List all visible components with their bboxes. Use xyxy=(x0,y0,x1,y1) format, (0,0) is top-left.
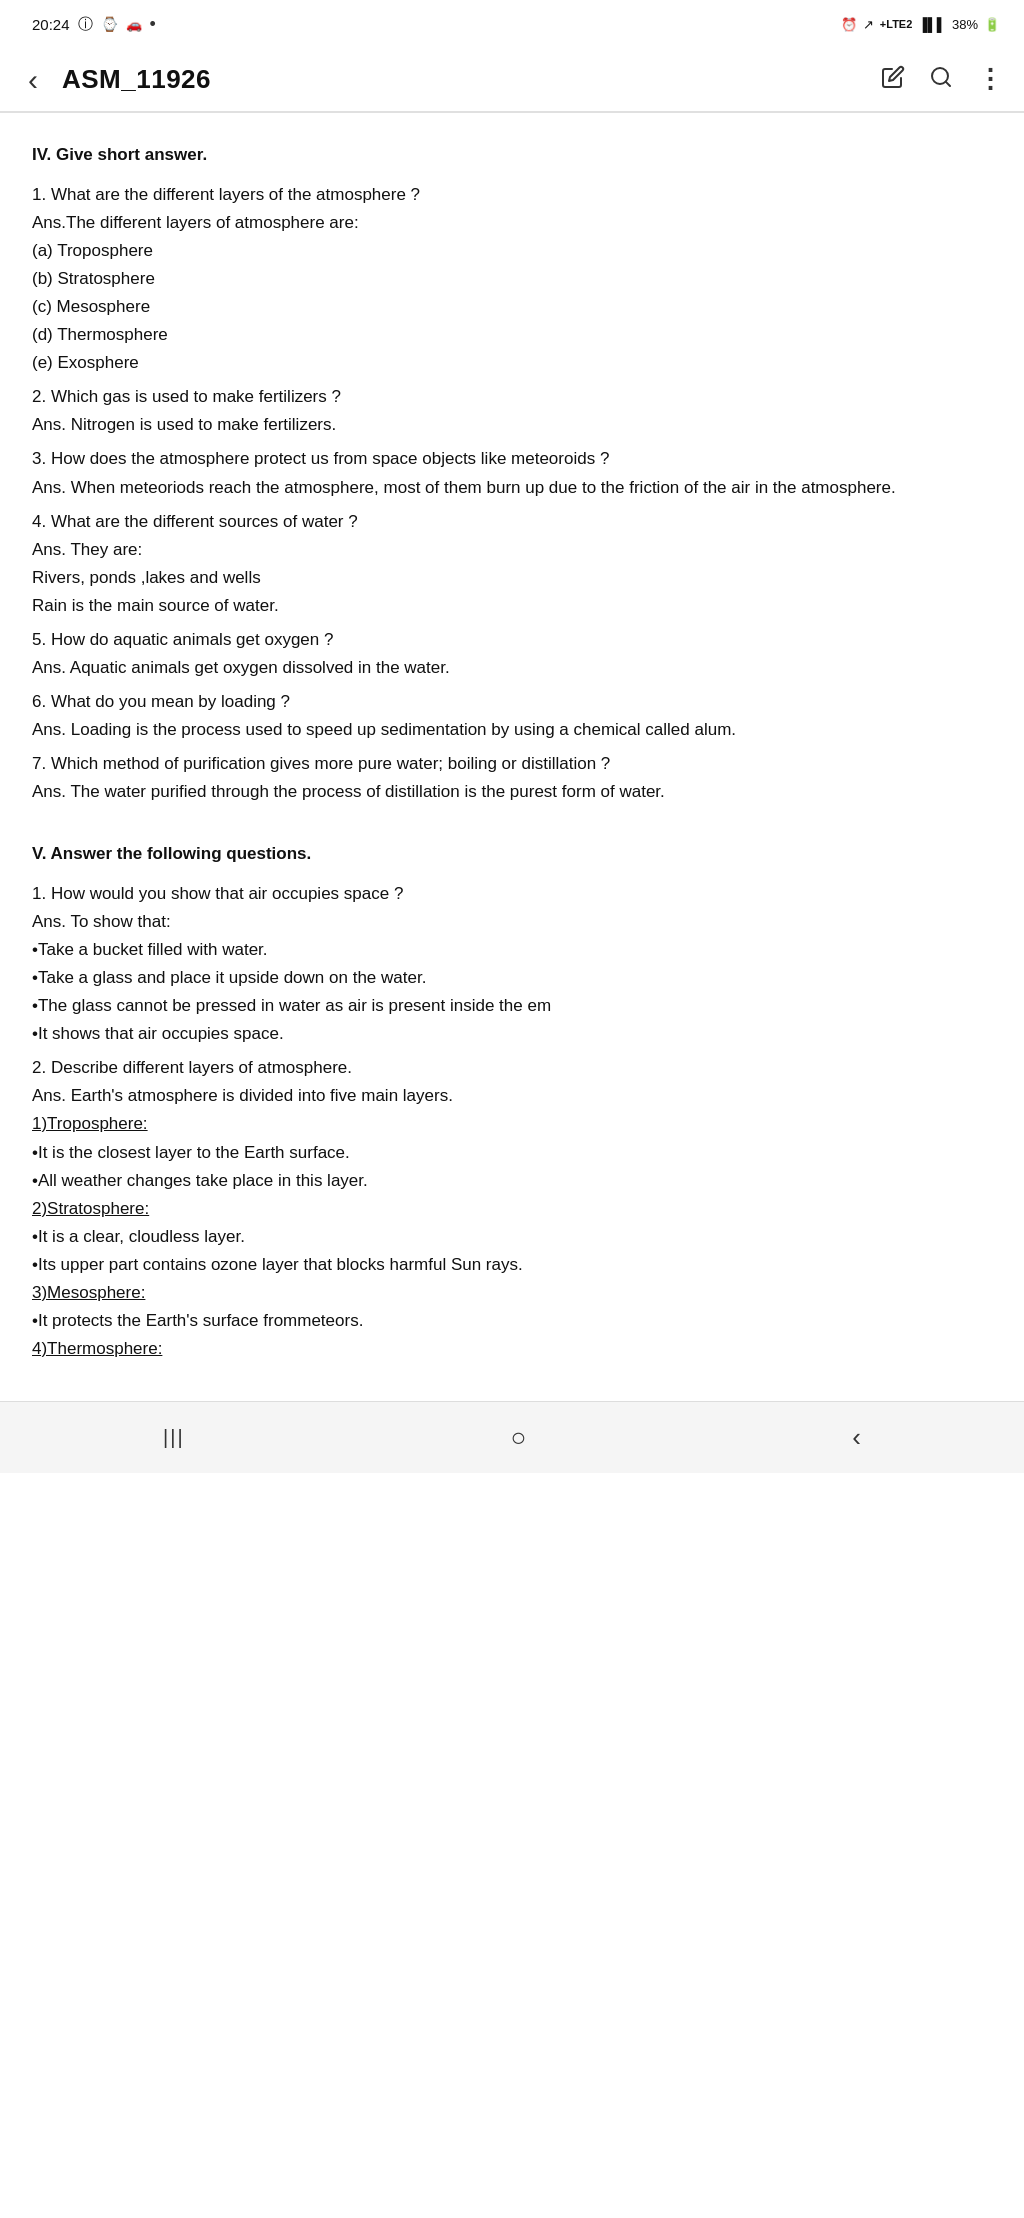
qa-6: 6. What do you mean by loading ? Ans. Lo… xyxy=(32,688,992,744)
v-answer-layer1-b1: •It is the closest layer to the Earth su… xyxy=(32,1139,992,1167)
v-answer-1-intro: Ans. To show that: xyxy=(32,908,992,936)
qa-7: 7. Which method of purification gives mo… xyxy=(32,750,992,806)
status-bar-right: ⏰ ↗ +LTE2 ▐▌▌ 38% 🔋 xyxy=(841,17,1000,32)
v-answer-layer2-b2: •Its upper part contains ozone layer tha… xyxy=(32,1251,992,1279)
nav-bar: ‹ ASM_11926 ⋮ xyxy=(0,48,1024,112)
answer-1-intro: Ans.The different layers of atmosphere a… xyxy=(32,209,992,237)
dot-icon: • xyxy=(150,14,156,35)
v-answer-1-b4: •It shows that air occupies space. xyxy=(32,1020,992,1048)
v-answer-layer3-head: 3)Mesosphere: xyxy=(32,1279,992,1307)
v-answer-layer3-b1: •It protects the Earth's surface frommet… xyxy=(32,1307,992,1335)
v-answer-layer2-b1: •It is a clear, cloudless layer. xyxy=(32,1223,992,1251)
content-area: IV. Give short answer. 1. What are the d… xyxy=(0,113,1024,1401)
v-answer-layer4-head: 4)Thermosphere: xyxy=(32,1335,992,1363)
v-answer-1-b1: •Take a bucket filled with water. xyxy=(32,936,992,964)
answer-4-intro: Ans. They are: xyxy=(32,536,992,564)
back-nav-button[interactable]: ‹ xyxy=(828,1416,885,1459)
car-icon: 🚗 xyxy=(126,17,142,32)
answer-3: Ans. When meteoriods reach the atmospher… xyxy=(32,474,992,502)
question-4: 4. What are the different sources of wat… xyxy=(32,508,992,536)
search-icon[interactable] xyxy=(929,65,953,95)
qa-2: 2. Which gas is used to make fertilizers… xyxy=(32,383,992,439)
home-button[interactable]: ○ xyxy=(487,1416,551,1459)
question-1: 1. What are the different layers of the … xyxy=(32,181,992,209)
question-5: 5. How do aquatic animals get oxygen ? xyxy=(32,626,992,654)
battery-icon: 🔋 xyxy=(984,17,1000,32)
answer-6: Ans. Loading is the process used to spee… xyxy=(32,716,992,744)
v-answer-layer2-head: 2)Stratosphere: xyxy=(32,1195,992,1223)
v-question-1: 1. How would you show that air occupies … xyxy=(32,880,992,908)
answer-4-2: Rain is the main source of water. xyxy=(32,592,992,620)
question-7: 7. Which method of purification gives mo… xyxy=(32,750,992,778)
answer-4-1: Rivers, ponds ,lakes and wells xyxy=(32,564,992,592)
back-button[interactable]: ‹ xyxy=(20,61,46,99)
qa-4: 4. What are the different sources of wat… xyxy=(32,508,992,620)
section4-heading: IV. Give short answer. xyxy=(32,141,992,169)
lte-label: +LTE2 xyxy=(880,18,913,30)
menu-button[interactable]: ||| xyxy=(139,1420,209,1455)
alarm-icon: ⏰ xyxy=(841,17,857,32)
answer-2: Ans. Nitrogen is used to make fertilizer… xyxy=(32,411,992,439)
more-icon[interactable]: ⋮ xyxy=(977,73,1004,86)
time-display: 20:24 xyxy=(32,16,70,33)
answer-7: Ans. The water purified through the proc… xyxy=(32,778,992,806)
watch-icon: ⌚ xyxy=(101,16,118,32)
status-bar: 20:24 ⓘ ⌚ 🚗 • ⏰ ↗ +LTE2 ▐▌▌ 38% 🔋 xyxy=(0,0,1024,48)
battery-text: 38% xyxy=(952,17,978,32)
answer-1e: (e) Exosphere xyxy=(32,349,992,377)
v-answer-1-b3: •The glass cannot be pressed in water as… xyxy=(32,992,992,1020)
answer-1b: (b) Stratosphere xyxy=(32,265,992,293)
nav-actions: ⋮ xyxy=(881,65,1004,95)
answer-1c: (c) Mesosphere xyxy=(32,293,992,321)
question-6: 6. What do you mean by loading ? xyxy=(32,688,992,716)
signal-icon: ▐▌▌ xyxy=(918,17,946,32)
answer-1d: (d) Thermosphere xyxy=(32,321,992,349)
v-answer-1-b2: •Take a glass and place it upside down o… xyxy=(32,964,992,992)
v-question-2: 2. Describe different layers of atmosphe… xyxy=(32,1054,992,1082)
v-answer-2-intro: Ans. Earth's atmosphere is divided into … xyxy=(32,1082,992,1110)
answer-1a: (a) Troposphere xyxy=(32,237,992,265)
svg-line-1 xyxy=(946,81,950,85)
v-answer-layer1-b2: •All weather changes take place in this … xyxy=(32,1167,992,1195)
question-2: 2. Which gas is used to make fertilizers… xyxy=(32,383,992,411)
status-bar-left: 20:24 ⓘ ⌚ 🚗 • xyxy=(32,14,156,35)
bottom-nav: ||| ○ ‹ xyxy=(0,1401,1024,1473)
qa-5: 5. How do aquatic animals get oxygen ? A… xyxy=(32,626,992,682)
qa-1: 1. What are the different layers of the … xyxy=(32,181,992,377)
v-qa-2: 2. Describe different layers of atmosphe… xyxy=(32,1054,992,1363)
v-qa-1: 1. How would you show that air occupies … xyxy=(32,880,992,1048)
page-title: ASM_11926 xyxy=(62,64,881,95)
answer-5: Ans. Aquatic animals get oxygen dissolve… xyxy=(32,654,992,682)
v-answer-layer1-head: 1)Troposphere: xyxy=(32,1110,992,1138)
question-3: 3. How does the atmosphere protect us fr… xyxy=(32,445,992,473)
message-icon: ⓘ xyxy=(78,15,93,34)
wifi-icon: ↗ xyxy=(863,17,874,32)
section5-heading: V. Answer the following questions. xyxy=(32,840,992,868)
edit-icon[interactable] xyxy=(881,65,905,95)
qa-3: 3. How does the atmosphere protect us fr… xyxy=(32,445,992,501)
